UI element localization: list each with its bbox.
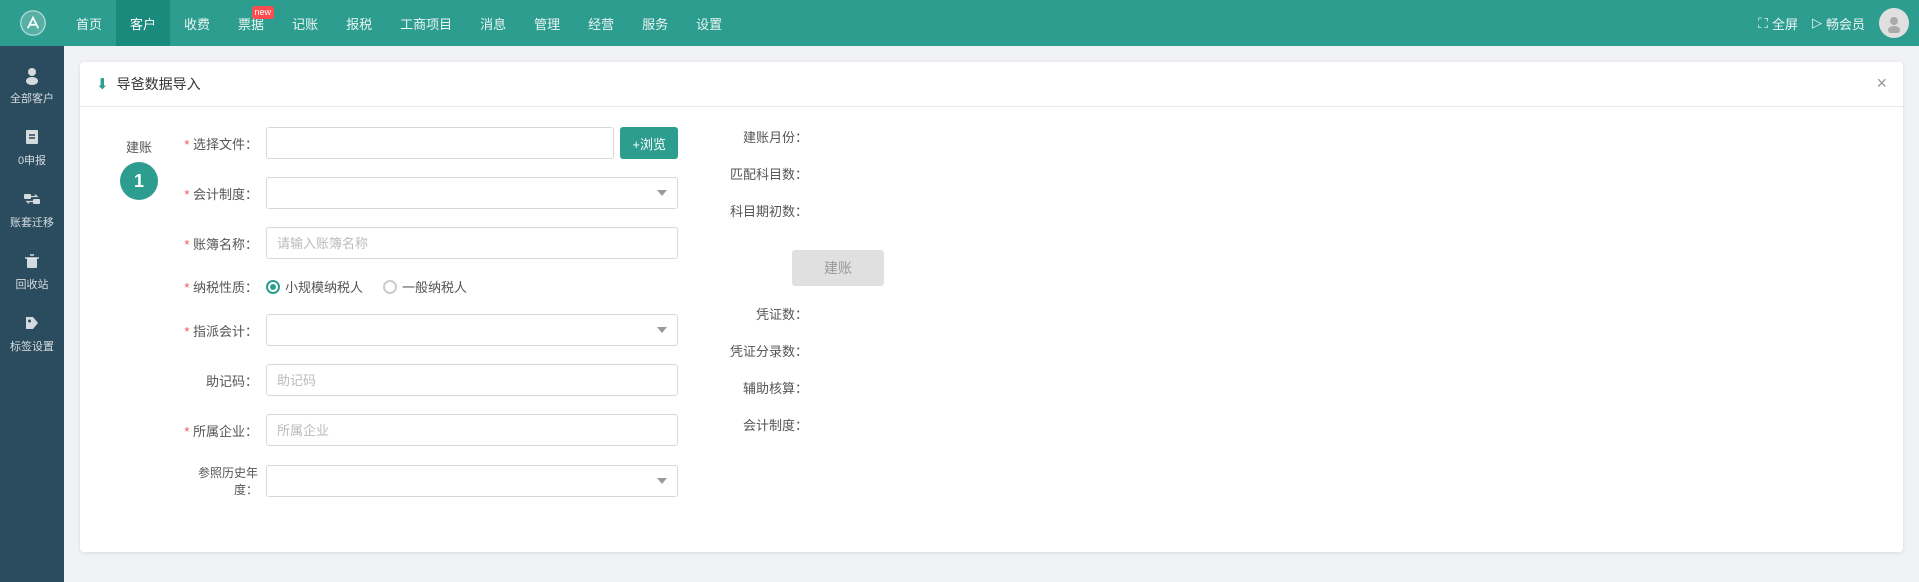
ledger-name-row: 账簿名称：: [178, 227, 678, 259]
sidebar-item-trash[interactable]: 回收站: [0, 242, 64, 300]
new-badge: new: [252, 6, 275, 19]
nav-item-ledger[interactable]: 记账: [278, 0, 332, 46]
play-icon: ▷: [1812, 15, 1822, 31]
nav-item-industry[interactable]: 工商项目: [386, 0, 466, 46]
fullscreen-icon: ⛶: [1758, 15, 1768, 32]
app-logo[interactable]: [10, 0, 56, 46]
company-input[interactable]: [266, 414, 678, 446]
tax-type-radio-group: 小规模纳税人 一般纳税人: [266, 277, 678, 296]
nav-item-invoice[interactable]: 票据 new: [224, 0, 278, 46]
build-month-label: 建账月份：: [718, 127, 808, 146]
nav-item-billing[interactable]: 收费: [170, 0, 224, 46]
info-accounting-system-label: 会计制度：: [718, 415, 808, 434]
accounting-system-label: 会计制度：: [178, 184, 258, 203]
sidebar-item-declare[interactable]: 0申报: [0, 118, 64, 176]
nav-item-service[interactable]: 服务: [628, 0, 682, 46]
nav-item-messages[interactable]: 消息: [466, 0, 520, 46]
accounting-system-row: 会计制度：: [178, 177, 678, 209]
main-content: ⬇ 导爸数据导入 × 建账 1 选择文件： +浏览: [64, 46, 1919, 582]
memo-label: 助记码：: [178, 371, 258, 390]
tax-general-option[interactable]: 一般纳税人: [383, 277, 467, 296]
match-subjects-label: 匹配科目数：: [718, 164, 808, 183]
file-row: 选择文件： +浏览: [178, 127, 678, 159]
voucher-count-row: 凭证数：: [718, 304, 958, 323]
panel-header: ⬇ 导爸数据导入: [80, 62, 1903, 107]
declare-icon: [21, 126, 43, 148]
main-layout: 全部客户 0申报 账套迁移: [0, 46, 1919, 582]
person-icon: [21, 64, 43, 86]
avatar[interactable]: [1879, 8, 1909, 38]
trash-icon: [21, 250, 43, 272]
nav-item-operate[interactable]: 经营: [574, 0, 628, 46]
voucher-records-label: 凭证分录数：: [718, 341, 808, 360]
accounting-system-select[interactable]: [266, 177, 678, 209]
nav-right: ⛶ 全屏 ▷ 畅会员: [1758, 8, 1909, 38]
nav-item-customer[interactable]: 客户: [116, 0, 170, 46]
nav-item-manage[interactable]: 管理: [520, 0, 574, 46]
sidebar-item-all-customers[interactable]: 全部客户: [0, 56, 64, 114]
file-label: 选择文件：: [178, 134, 258, 153]
fullscreen-btn[interactable]: ⛶ 全屏: [1758, 14, 1798, 33]
build-month-row: 建账月份：: [718, 127, 958, 146]
nav-item-home[interactable]: 首页: [62, 0, 116, 46]
history-year-select[interactable]: [266, 465, 678, 497]
info-accounting-system-row: 会计制度：: [718, 415, 958, 434]
radio-small-dot: [266, 280, 280, 294]
nav-item-settings[interactable]: 设置: [682, 0, 736, 46]
company-label: 所属企业：: [178, 421, 258, 440]
history-year-row: 参照历史年度：: [178, 464, 678, 498]
vip-btn[interactable]: ▷ 畅会员: [1812, 14, 1865, 33]
close-button[interactable]: ×: [1876, 74, 1887, 92]
nav-items: 首页 客户 收费 票据 new 记账 报税 工商项目 消息 管理 经营 服务 设…: [62, 0, 1758, 46]
sidebar-item-migrate[interactable]: 账套迁移: [0, 180, 64, 238]
aux-accounting-label: 辅助核算：: [718, 378, 808, 397]
accountant-row: 指派会计：: [178, 314, 678, 346]
sidebar-item-tag-settings[interactable]: 标签设置: [0, 304, 64, 362]
accountant-label: 指派会计：: [178, 321, 258, 340]
build-btn-row: 建账: [718, 240, 958, 286]
memo-row: 助记码：: [178, 364, 678, 396]
panel-title: 导爸数据导入: [117, 74, 201, 94]
step-label: 建账: [126, 137, 152, 156]
memo-input[interactable]: [266, 364, 678, 396]
company-row: 所属企业：: [178, 414, 678, 446]
tax-small-option[interactable]: 小规模纳税人: [266, 277, 363, 296]
radio-general-dot: [383, 280, 397, 294]
file-input-group: +浏览: [266, 127, 678, 159]
accountant-select[interactable]: [266, 314, 678, 346]
subjects-initial-row: 科目期初数：: [718, 201, 958, 220]
ledger-name-label: 账簿名称：: [178, 234, 258, 253]
history-year-label: 参照历史年度：: [178, 464, 258, 498]
step-area: 建账 1: [120, 137, 158, 516]
step-circle: 1: [120, 162, 158, 200]
build-account-button[interactable]: 建账: [792, 250, 884, 286]
file-path-input[interactable]: [266, 127, 614, 159]
subjects-initial-label: 科目期初数：: [718, 201, 808, 220]
nav-item-tax[interactable]: 报税: [332, 0, 386, 46]
top-navigation: 首页 客户 收费 票据 new 记账 报税 工商项目 消息 管理 经营 服务 设…: [0, 0, 1919, 46]
voucher-count-label: 凭证数：: [718, 304, 808, 323]
migrate-icon: [21, 188, 43, 210]
tax-type-row: 纳税性质： 小规模纳税人 一般纳税人: [178, 277, 678, 296]
form-area: 选择文件： +浏览 会计制度：: [178, 127, 678, 516]
browse-button[interactable]: +浏览: [620, 127, 678, 159]
voucher-records-row: 凭证分录数：: [718, 341, 958, 360]
tax-type-label: 纳税性质：: [178, 277, 258, 296]
info-area: 建账月份： 匹配科目数： 科目期初数： 建账: [678, 127, 958, 516]
main-panel: ⬇ 导爸数据导入 × 建账 1 选择文件： +浏览: [80, 62, 1903, 552]
match-subjects-row: 匹配科目数：: [718, 164, 958, 183]
panel-body: 建账 1 选择文件： +浏览 会计制度：: [80, 107, 1903, 536]
aux-accounting-row: 辅助核算：: [718, 378, 958, 397]
sidebar: 全部客户 0申报 账套迁移: [0, 46, 64, 582]
ledger-name-input[interactable]: [266, 227, 678, 259]
tag-icon: [21, 312, 43, 334]
import-icon: ⬇: [96, 75, 109, 93]
